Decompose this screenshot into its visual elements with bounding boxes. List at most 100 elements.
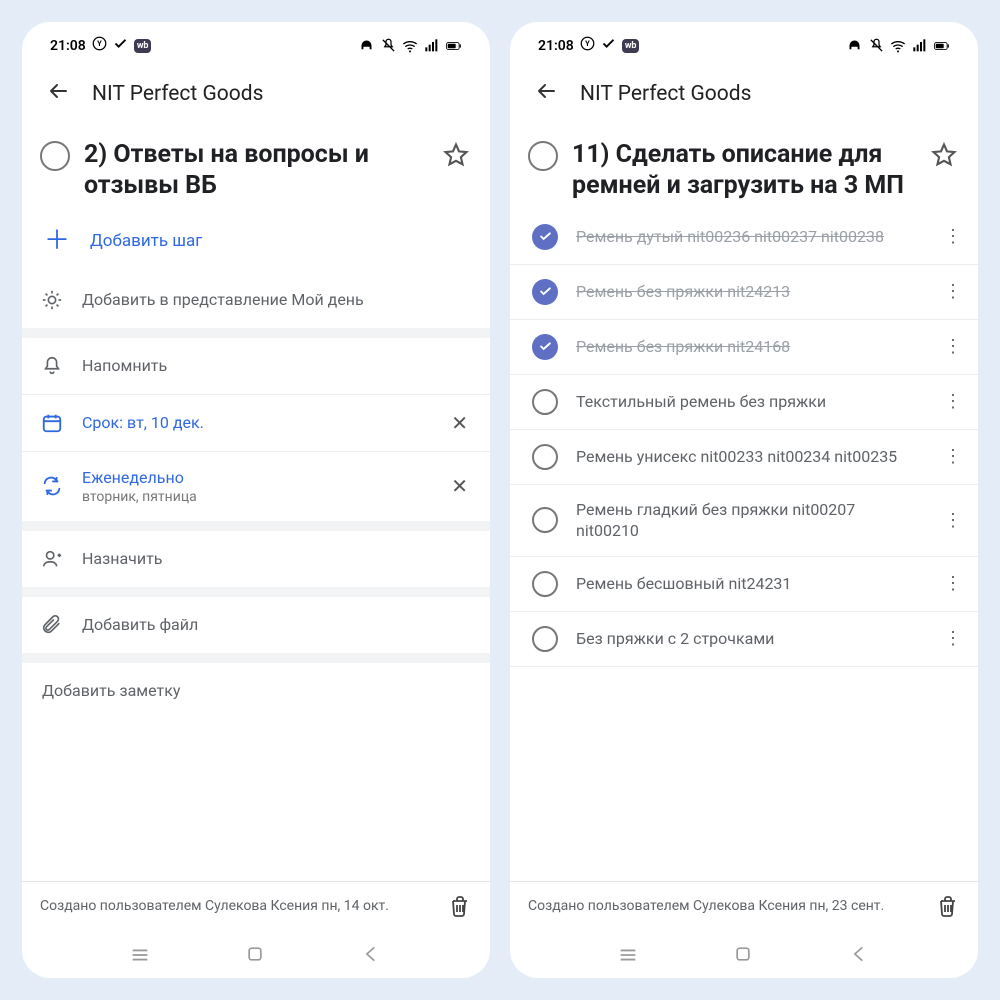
due-date-row[interactable]: Срок: вт, 10 дек. ✕ bbox=[22, 395, 490, 452]
repeat-row[interactable]: Еженедельно вторник, пятница ✕ bbox=[22, 452, 490, 521]
plus-icon: ＋ bbox=[44, 228, 70, 254]
status-bar: 21:08 Y wb bbox=[510, 22, 978, 61]
step-list: Ремень дутый nit00236 nit00237 nit00238 ⋮… bbox=[510, 210, 978, 667]
nav-home-icon[interactable] bbox=[733, 944, 755, 966]
assign-icon bbox=[40, 547, 64, 571]
step-text: Ремень унисекс nit00233 nit00234 nit0023… bbox=[576, 446, 916, 468]
delete-button[interactable] bbox=[448, 894, 472, 918]
check-open-icon[interactable] bbox=[532, 389, 558, 415]
task-header: 2) Ответы на вопросы и отзывы ВБ bbox=[22, 119, 490, 210]
step-more-button[interactable]: ⋮ bbox=[934, 446, 970, 467]
step-text: Ремень гладкий без пряжки nit00207 nit00… bbox=[576, 499, 916, 542]
top-bar: NIT Perfect Goods bbox=[22, 61, 490, 119]
delete-button[interactable] bbox=[936, 894, 960, 918]
step-text: Без пряжки с 2 строчками bbox=[576, 628, 916, 650]
nav-recent-icon[interactable] bbox=[617, 944, 639, 966]
created-info: Создано пользователем Сулекова Ксения пн… bbox=[528, 898, 884, 914]
task-footer: Создано пользователем Сулекова Ксения пн… bbox=[510, 881, 978, 930]
repeat-sub: вторник, пятница bbox=[82, 489, 429, 505]
step-row[interactable]: Ремень бесшовный nit24231 ⋮ bbox=[510, 557, 978, 612]
note-field[interactable]: Добавить заметку bbox=[22, 663, 490, 793]
due-label: Срок: вт, 10 дек. bbox=[82, 413, 429, 432]
phone-right: 21:08 Y wb NIT Perfect Goods 11) Сделать… bbox=[510, 22, 978, 978]
list-title[interactable]: NIT Perfect Goods bbox=[580, 82, 751, 106]
svg-text:Y: Y bbox=[97, 39, 102, 48]
step-more-button[interactable]: ⋮ bbox=[934, 573, 970, 594]
remind-label: Напомнить bbox=[82, 356, 472, 375]
nav-back-icon[interactable] bbox=[361, 944, 383, 966]
battery-icon bbox=[934, 38, 950, 54]
add-my-day-row[interactable]: Добавить в представление Мой день bbox=[22, 272, 490, 328]
nav-recent-icon[interactable] bbox=[129, 944, 151, 966]
assign-label: Назначить bbox=[82, 549, 472, 568]
wifi-icon bbox=[890, 38, 906, 54]
step-row[interactable]: Ремень унисекс nit00233 nit00234 nit0023… bbox=[510, 430, 978, 485]
status-time: 21:08 bbox=[538, 38, 574, 54]
nav-back-icon[interactable] bbox=[849, 944, 871, 966]
phone-left: 21:08 Y wb NIT Perfect Goods 2) Ответы н… bbox=[22, 22, 490, 978]
star-button[interactable] bbox=[930, 141, 958, 169]
remind-row[interactable]: Напомнить bbox=[22, 338, 490, 395]
step-text: Ремень без пряжки nit24168 bbox=[576, 336, 916, 358]
check-icon bbox=[601, 36, 616, 55]
step-row[interactable]: Текстильный ремень без пряжки ⋮ bbox=[510, 375, 978, 430]
task-title[interactable]: 2) Ответы на вопросы и отзывы ВБ bbox=[84, 139, 428, 202]
svg-text:Y: Y bbox=[585, 39, 590, 48]
check-done-icon[interactable] bbox=[532, 224, 558, 250]
wb-icon: wb bbox=[134, 39, 152, 53]
step-more-button[interactable]: ⋮ bbox=[934, 281, 970, 302]
check-open-icon[interactable] bbox=[532, 571, 558, 597]
step-row[interactable]: Ремень без пряжки nit24168 ⋮ bbox=[510, 320, 978, 375]
add-step-label: Добавить шаг bbox=[90, 231, 202, 251]
complete-toggle[interactable] bbox=[528, 141, 558, 171]
step-more-button[interactable]: ⋮ bbox=[934, 226, 970, 247]
sun-icon bbox=[40, 288, 64, 312]
created-info: Создано пользователем Сулекова Ксения пн… bbox=[40, 898, 389, 914]
check-open-icon[interactable] bbox=[532, 507, 558, 533]
bell-icon bbox=[40, 354, 64, 378]
wifi-icon bbox=[402, 38, 418, 54]
step-text: Ремень дутый nit00236 nit00237 nit00238 bbox=[576, 226, 916, 248]
status-time: 21:08 bbox=[50, 38, 86, 54]
task-header: 11) Сделать описание для ремней и загруз… bbox=[510, 119, 978, 210]
list-title[interactable]: NIT Perfect Goods bbox=[92, 82, 263, 106]
check-open-icon[interactable] bbox=[532, 444, 558, 470]
step-more-button[interactable]: ⋮ bbox=[934, 510, 970, 531]
add-file-row[interactable]: Добавить файл bbox=[22, 597, 490, 653]
top-bar: NIT Perfect Goods bbox=[510, 61, 978, 119]
task-footer: Создано пользователем Сулекова Ксения пн… bbox=[22, 881, 490, 930]
step-more-button[interactable]: ⋮ bbox=[934, 628, 970, 649]
step-row[interactable]: Ремень гладкий без пряжки nit00207 nit00… bbox=[510, 485, 978, 557]
check-done-icon[interactable] bbox=[532, 279, 558, 305]
headphones-icon bbox=[358, 38, 374, 54]
complete-toggle[interactable] bbox=[40, 141, 70, 171]
mute-icon bbox=[380, 38, 396, 54]
step-more-button[interactable]: ⋮ bbox=[934, 336, 970, 357]
check-done-icon[interactable] bbox=[532, 334, 558, 360]
repeat-icon bbox=[40, 474, 64, 498]
system-navbar bbox=[22, 930, 490, 978]
check-icon bbox=[113, 36, 128, 55]
battery-icon bbox=[446, 38, 462, 54]
add-file-label: Добавить файл bbox=[82, 615, 472, 634]
headphones-icon bbox=[846, 38, 862, 54]
check-open-icon[interactable] bbox=[532, 626, 558, 652]
step-row[interactable]: Ремень дутый nit00236 nit00237 nit00238 ⋮ bbox=[510, 210, 978, 265]
back-button[interactable] bbox=[46, 79, 70, 109]
assign-row[interactable]: Назначить bbox=[22, 531, 490, 587]
star-button[interactable] bbox=[442, 141, 470, 169]
step-text: Текстильный ремень без пряжки bbox=[576, 391, 916, 413]
step-row[interactable]: Ремень без пряжки nit24213⋮ bbox=[510, 265, 978, 320]
task-title[interactable]: 11) Сделать описание для ремней и загруз… bbox=[572, 139, 916, 202]
step-more-button[interactable]: ⋮ bbox=[934, 391, 970, 412]
back-button[interactable] bbox=[534, 79, 558, 109]
step-text: Ремень бесшовный nit24231 bbox=[576, 573, 916, 595]
clear-repeat-button[interactable]: ✕ bbox=[447, 474, 472, 498]
step-row[interactable]: Без пряжки с 2 строчками ⋮ bbox=[510, 612, 978, 667]
yandex-icon: Y bbox=[580, 36, 595, 55]
nav-home-icon[interactable] bbox=[245, 944, 267, 966]
repeat-title: Еженедельно bbox=[82, 468, 429, 487]
mute-icon bbox=[868, 38, 884, 54]
clear-due-button[interactable]: ✕ bbox=[447, 411, 472, 435]
add-step-button[interactable]: ＋ Добавить шаг bbox=[22, 210, 490, 272]
